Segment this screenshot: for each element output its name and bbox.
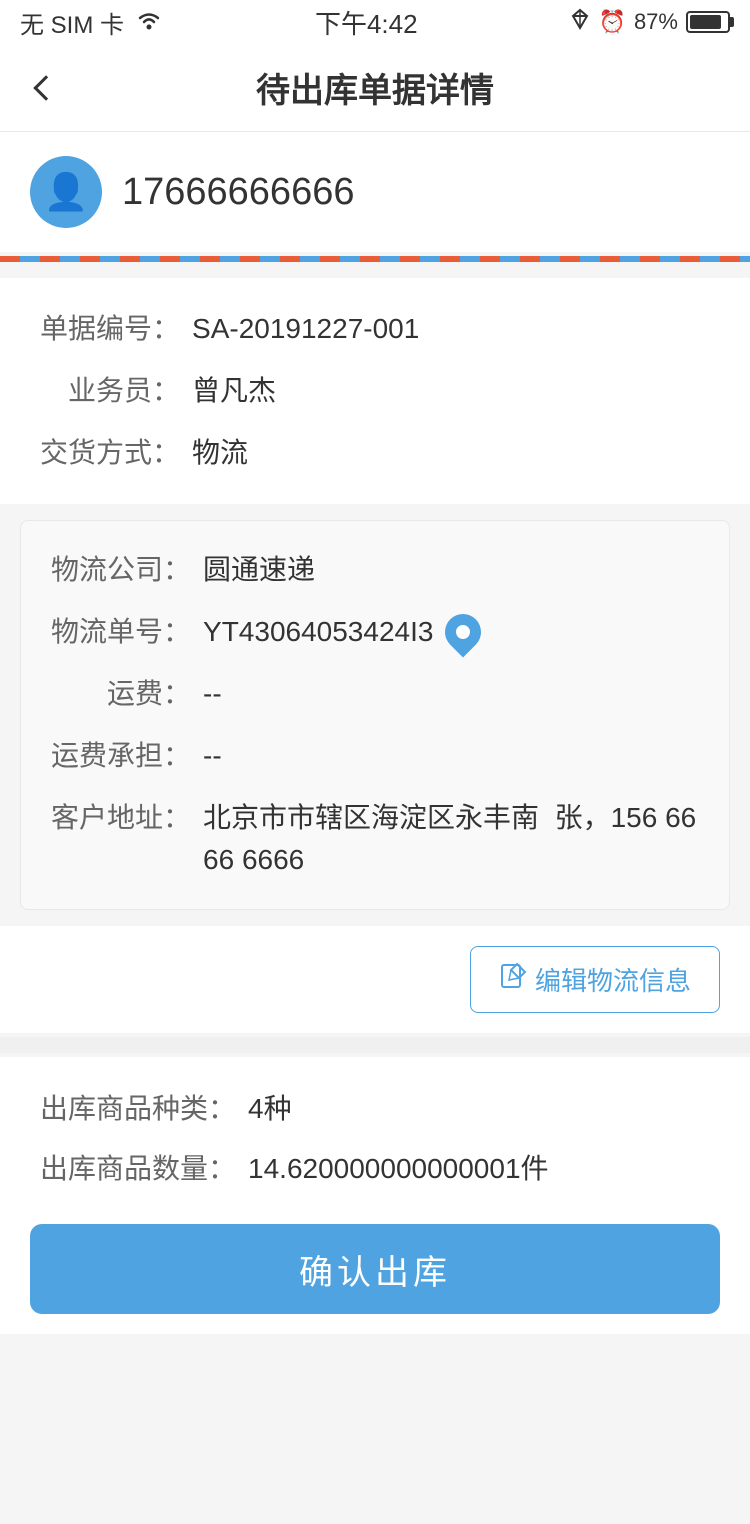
- edit-logistics-label: 编辑物流信息: [535, 961, 691, 998]
- carrier-text: 无 SIM 卡: [20, 5, 124, 40]
- status-right: ⏰ 87%: [569, 8, 730, 36]
- sales-person-label: 业务员：: [40, 370, 180, 412]
- page-title: 待出库单据详情: [256, 63, 494, 112]
- location-icon: [569, 8, 591, 36]
- battery-icon: [686, 11, 730, 33]
- address-row: 客户地址： 北京市市辖区海淀区永丰南 张，156 6666 6666: [51, 797, 699, 881]
- section-divider: [0, 1037, 750, 1053]
- delivery-method-row: 交货方式： 物流: [40, 432, 710, 474]
- logistics-company-label: 物流公司：: [51, 549, 191, 591]
- freight-bear-row: 运费承担： --: [51, 735, 699, 777]
- nav-bar: 待出库单据详情: [0, 44, 750, 132]
- status-left: 无 SIM 卡: [20, 5, 164, 40]
- product-quantity-label: 出库商品数量：: [40, 1147, 236, 1187]
- product-type-row: 出库商品种类： 4种: [40, 1087, 710, 1127]
- tracking-label: 物流单号：: [51, 611, 191, 653]
- logistics-card: 物流公司： 圆通速递 物流单号： YT43064053424I3 运费： -- …: [20, 520, 730, 910]
- customer-phone: 17666666666: [122, 171, 354, 214]
- product-type-value: 4种: [248, 1087, 292, 1127]
- freight-value: --: [203, 673, 699, 715]
- freight-bear-label: 运费承担：: [51, 735, 191, 777]
- freight-row: 运费： --: [51, 673, 699, 715]
- edit-logistics-button[interactable]: 编辑物流信息: [470, 946, 720, 1013]
- tracking-value: YT43064053424I3: [203, 611, 699, 653]
- edit-icon: [499, 962, 527, 997]
- summary-card: 出库商品种类： 4种 出库商品数量： 14.620000000000001件: [0, 1057, 750, 1217]
- address-value: 北京市市辖区海淀区永丰南 张，156 6666 6666: [203, 797, 699, 881]
- sales-person-row: 业务员： 曾凡杰: [40, 370, 710, 412]
- wifi-icon: [134, 8, 164, 37]
- status-bar: 无 SIM 卡 下午4:42 ⏰ 87%: [0, 0, 750, 44]
- person-icon: 👤: [44, 171, 89, 213]
- product-quantity-value: 14.620000000000001件: [248, 1147, 549, 1187]
- tracking-row: 物流单号： YT43064053424I3: [51, 611, 699, 653]
- battery-percent: 87%: [634, 9, 678, 35]
- freight-label: 运费：: [51, 673, 191, 715]
- order-info-card: 单据编号： SA-20191227-001 业务员： 曾凡杰 交货方式： 物流: [0, 278, 750, 504]
- alarm-icon: ⏰: [599, 9, 626, 35]
- status-time: 下午4:42: [315, 4, 418, 41]
- order-number-value: SA-20191227-001: [192, 308, 710, 350]
- avatar: 👤: [30, 156, 102, 228]
- edit-logistics-row: 编辑物流信息: [0, 926, 750, 1033]
- tracking-location-icon[interactable]: [438, 607, 489, 658]
- freight-bear-value: --: [203, 735, 699, 777]
- bottom-spacer: [0, 1324, 750, 1524]
- confirm-outbound-button[interactable]: 确认出库: [30, 1224, 720, 1314]
- order-number-row: 单据编号： SA-20191227-001: [40, 308, 710, 350]
- product-quantity-row: 出库商品数量： 14.620000000000001件: [40, 1147, 710, 1187]
- logistics-company-value: 圆通速递: [203, 549, 699, 591]
- order-number-label: 单据编号：: [40, 308, 180, 350]
- customer-header: 👤 17666666666: [0, 132, 750, 252]
- logistics-company-row: 物流公司： 圆通速递: [51, 549, 699, 591]
- delivery-method-value: 物流: [192, 432, 710, 474]
- confirm-button-container: 确认出库: [0, 1204, 750, 1334]
- product-type-label: 出库商品种类：: [40, 1087, 236, 1127]
- address-label: 客户地址：: [51, 797, 191, 839]
- sales-person-value: 曾凡杰: [192, 370, 710, 412]
- delivery-method-label: 交货方式：: [40, 432, 180, 474]
- back-arrow-icon: [33, 75, 58, 100]
- back-button[interactable]: [24, 66, 68, 110]
- decorative-divider: [0, 256, 750, 262]
